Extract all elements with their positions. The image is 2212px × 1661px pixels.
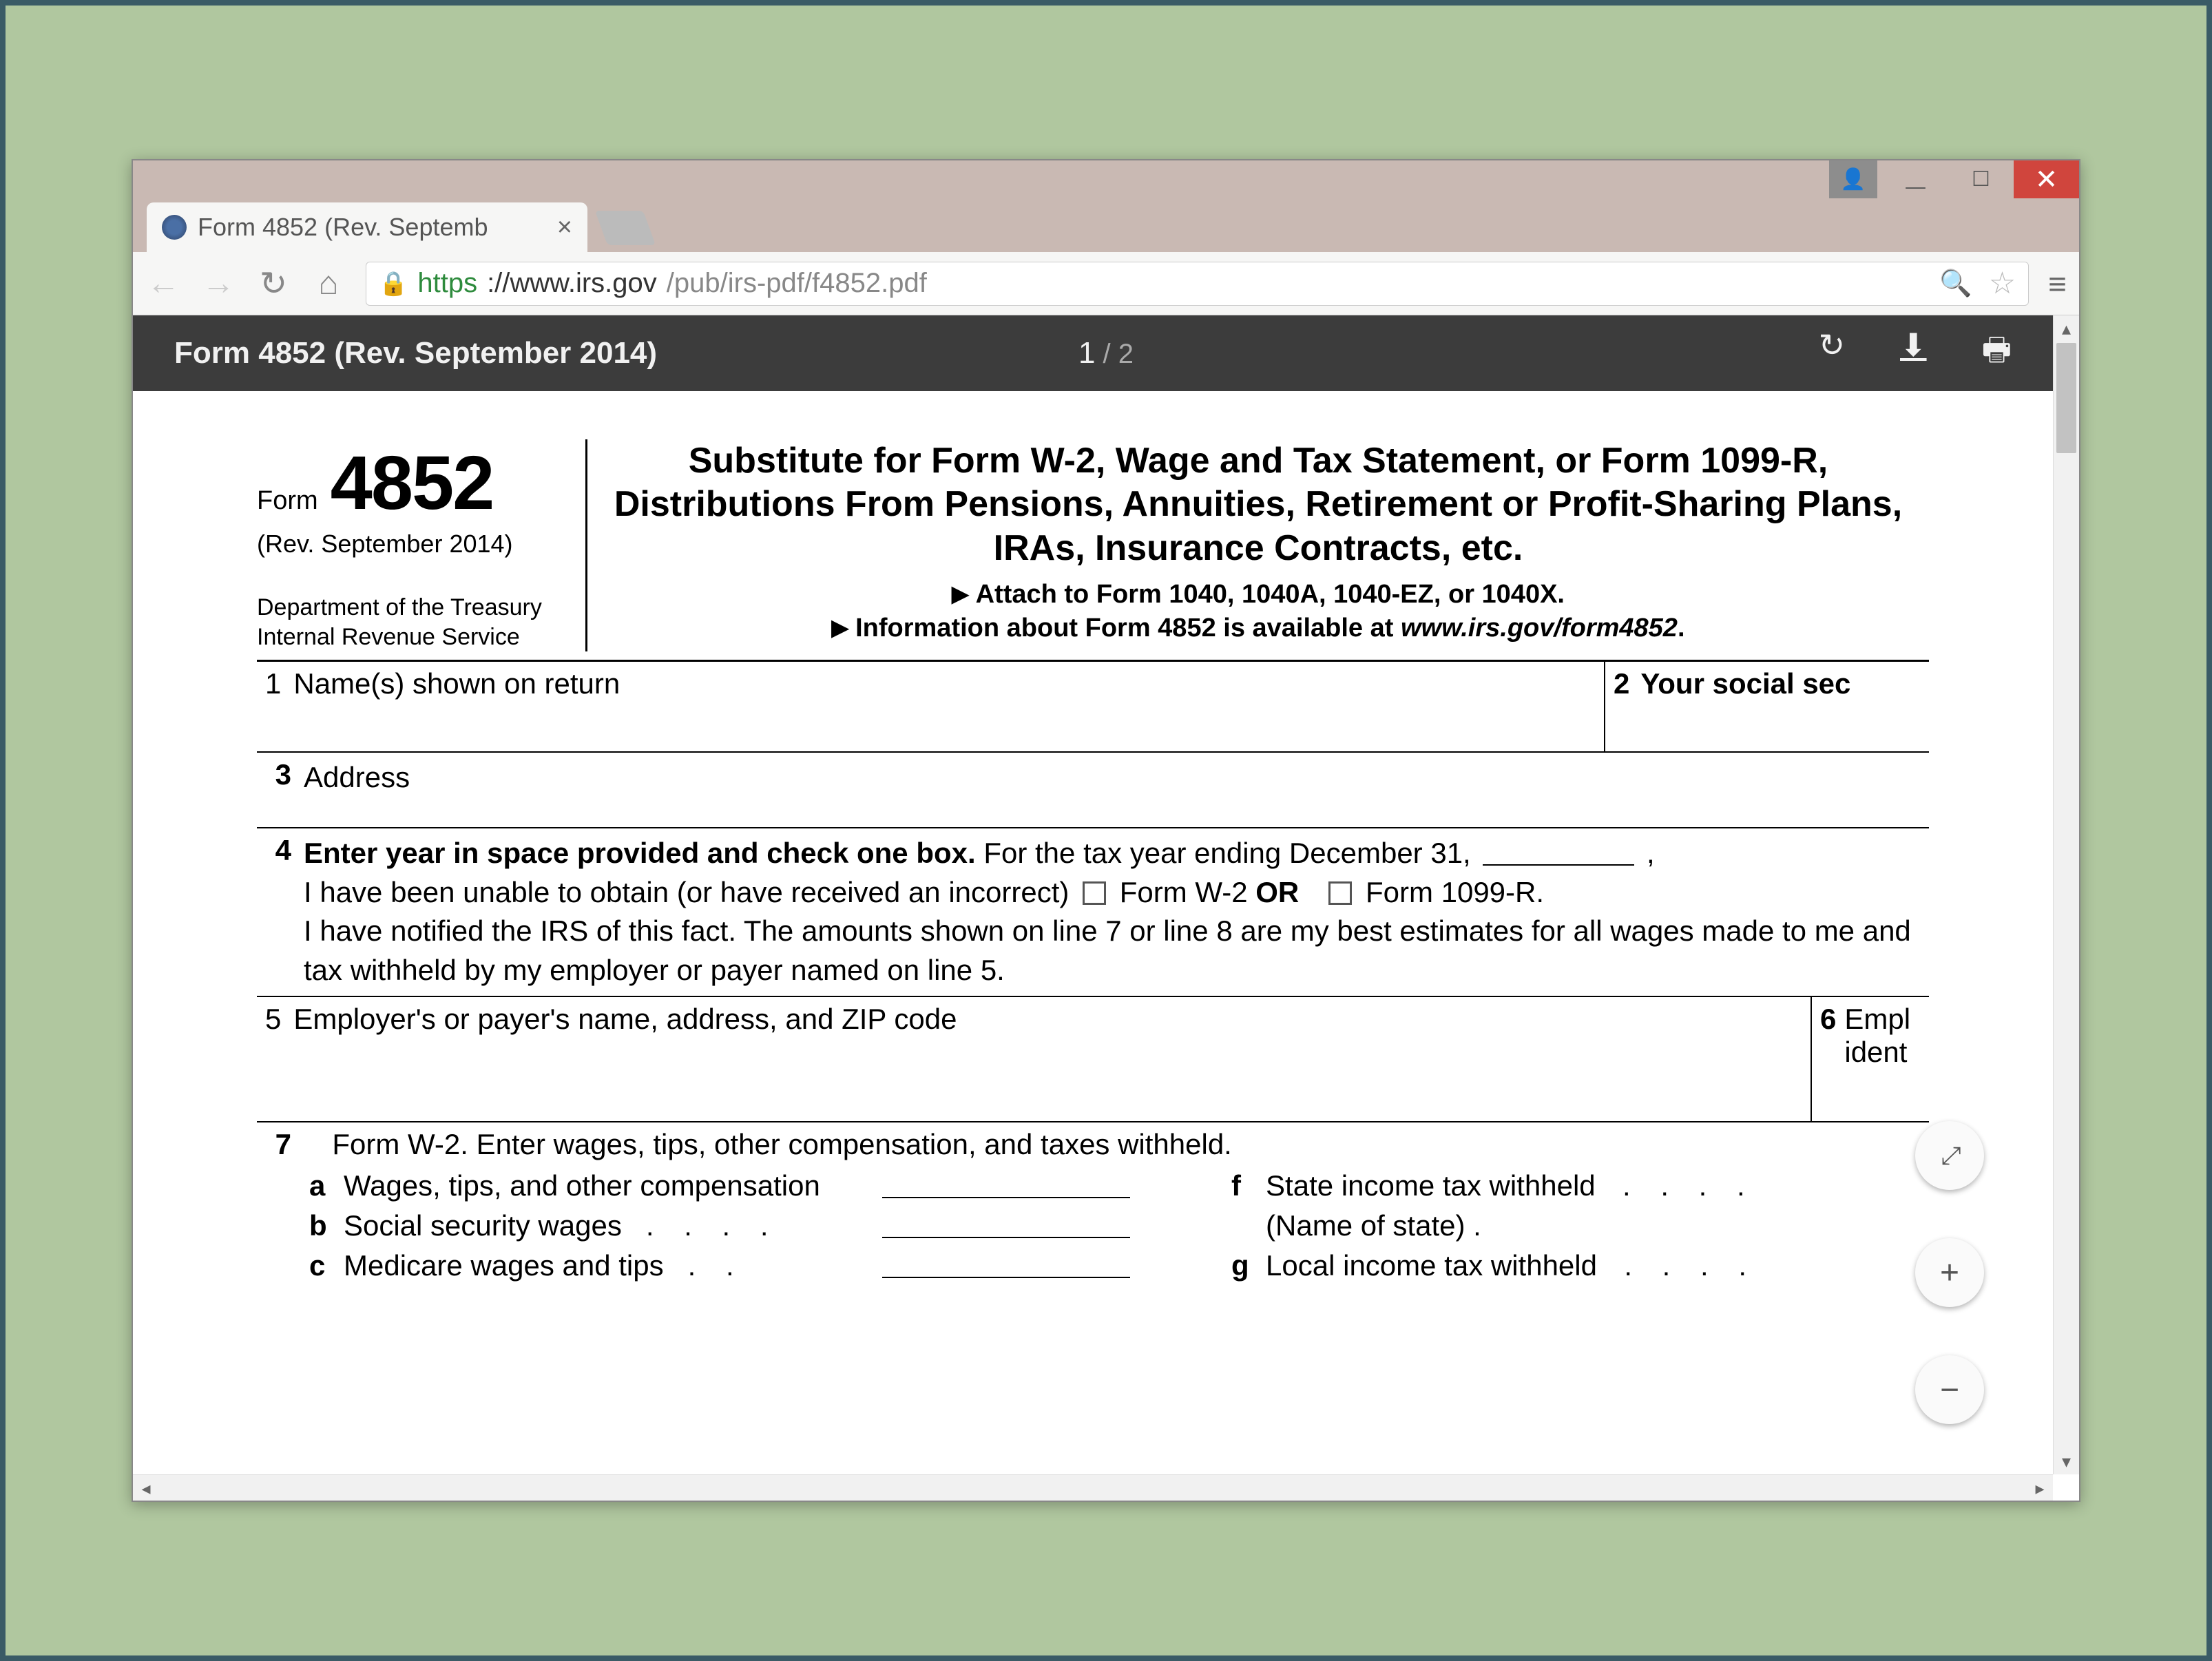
url-scheme: https	[417, 268, 477, 299]
horizontal-scrollbar[interactable]: ◂ ▸	[133, 1474, 2053, 1501]
content-area: Form 4852 (Rev. September 2014) 1 / 2 ↻ …	[133, 315, 2079, 1501]
form-number: 4852	[331, 439, 494, 527]
pdf-current-page: 1	[1078, 336, 1095, 370]
checkbox-1099r[interactable]	[1328, 881, 1352, 905]
new-tab-button[interactable]	[595, 211, 656, 245]
tab-close-icon[interactable]: ×	[557, 213, 572, 242]
close-button[interactable]: ✕	[2014, 160, 2079, 198]
reload-button[interactable]: ↻	[255, 264, 291, 303]
download-icon[interactable]: ⬇	[1900, 326, 1927, 380]
lock-icon: 🔒	[379, 270, 408, 297]
favicon	[162, 215, 187, 240]
form-row-1-2: 1Name(s) shown on return 2Your social se…	[257, 662, 1929, 753]
maximize-button[interactable]: ☐	[1948, 160, 2014, 198]
field-name: Name(s) shown on return	[293, 667, 620, 746]
attach-instruction: ▶Attach to Form 1040, 1040A, 1040-EZ, or…	[607, 580, 1910, 609]
rotate-icon[interactable]: ↻	[1818, 326, 1845, 380]
browser-tab[interactable]: Form 4852 (Rev. Septemb ×	[147, 202, 587, 252]
scroll-up-arrow[interactable]: ▴	[2054, 315, 2079, 342]
form-4852: Form 4852 (Rev. September 2014) Departme…	[133, 391, 2053, 1292]
form-section-7: 7 Form W-2. Enter wages, tips, other com…	[257, 1122, 1929, 1292]
form-title: Substitute for Form W-2, Wage and Tax St…	[607, 439, 1910, 570]
field-address: Address	[304, 758, 1921, 822]
line-7a: a Wages, tips, and other compensation f …	[267, 1167, 1919, 1205]
line-7b: b Social security wages . . . . (Name of…	[267, 1206, 1919, 1245]
field-ssn: Your social sec	[1640, 667, 1850, 746]
zoom-icon[interactable]: 🔍	[1939, 269, 1972, 299]
tax-year-input[interactable]	[1483, 864, 1634, 866]
back-button[interactable]: ←	[145, 264, 181, 302]
print-icon[interactable]: 🖶	[1982, 326, 2012, 380]
minimize-button[interactable]: _	[1883, 160, 1948, 198]
form-row-4: 4 Enter year in space provided and check…	[257, 828, 1929, 997]
checkbox-w2[interactable]	[1083, 881, 1106, 905]
user-profile-button[interactable]: 👤	[1829, 160, 1877, 198]
form-word: Form	[257, 486, 318, 516]
input-7a[interactable]	[882, 1197, 1130, 1198]
zoom-in-button[interactable]: +	[1915, 1238, 1984, 1307]
forward-button[interactable]: →	[200, 264, 236, 302]
form-row-5-6: 5Employer's or payer's name, address, an…	[257, 997, 1929, 1122]
field-employer: Employer's or payer's name, address, and…	[293, 1003, 957, 1116]
url-input[interactable]: 🔒 https ://www.irs.gov/pub/irs-pdf/f4852.…	[366, 262, 2029, 306]
form-row-3: 3 Address	[257, 753, 1929, 828]
tab-bar: Form 4852 (Rev. Septemb ×	[133, 198, 2079, 252]
fit-to-page-button[interactable]: ⤢	[1915, 1121, 1984, 1190]
input-7c[interactable]	[882, 1277, 1130, 1278]
bookmark-icon[interactable]: ☆	[1989, 266, 2016, 301]
scroll-thumb[interactable]	[2056, 343, 2076, 453]
pdf-total-pages: 2	[1118, 339, 1134, 369]
url-path: /pub/irs-pdf/f4852.pdf	[667, 268, 927, 299]
address-bar: ← → ↻ ⌂ 🔒 https ://www.irs.gov/pub/irs-pd…	[133, 252, 2079, 315]
browser-window: 👤 _ ☐ ✕ Form 4852 (Rev. Septemb × ← → ↻ …	[132, 159, 2080, 1502]
treasury-dept: Department of the Treasury Internal Reve…	[257, 593, 572, 651]
menu-button[interactable]: ≡	[2048, 265, 2067, 302]
pdf-page-indicator: 1 / 2	[1078, 336, 1134, 370]
vertical-scrollbar[interactable]: ▴ ▾	[2053, 315, 2079, 1474]
scroll-right-arrow[interactable]: ▸	[2027, 1475, 2053, 1501]
form-header: Form 4852 (Rev. September 2014) Departme…	[257, 439, 1929, 662]
scroll-down-arrow[interactable]: ▾	[2054, 1448, 2079, 1474]
url-host: ://www.irs.gov	[487, 268, 657, 299]
line-7c: c Medicare wages and tips . . g Local in…	[267, 1246, 1919, 1285]
input-7b[interactable]	[882, 1237, 1130, 1238]
zoom-out-button[interactable]: −	[1915, 1355, 1984, 1424]
pdf-page[interactable]: Form 4852 (Rev. September 2014) Departme…	[133, 391, 2053, 1474]
window-titlebar: 👤 _ ☐ ✕	[133, 160, 2079, 198]
info-instruction: ▶Information about Form 4852 is availabl…	[607, 614, 1910, 643]
pdf-title: Form 4852 (Rev. September 2014)	[174, 336, 657, 370]
pdf-toolbar: Form 4852 (Rev. September 2014) 1 / 2 ↻ …	[133, 315, 2053, 391]
tab-title: Form 4852 (Rev. Septemb	[198, 213, 546, 242]
form-revision: (Rev. September 2014)	[257, 530, 572, 558]
scroll-left-arrow[interactable]: ◂	[133, 1475, 159, 1501]
home-button[interactable]: ⌂	[311, 264, 346, 302]
field-ein: Emplident	[1844, 1003, 1910, 1116]
